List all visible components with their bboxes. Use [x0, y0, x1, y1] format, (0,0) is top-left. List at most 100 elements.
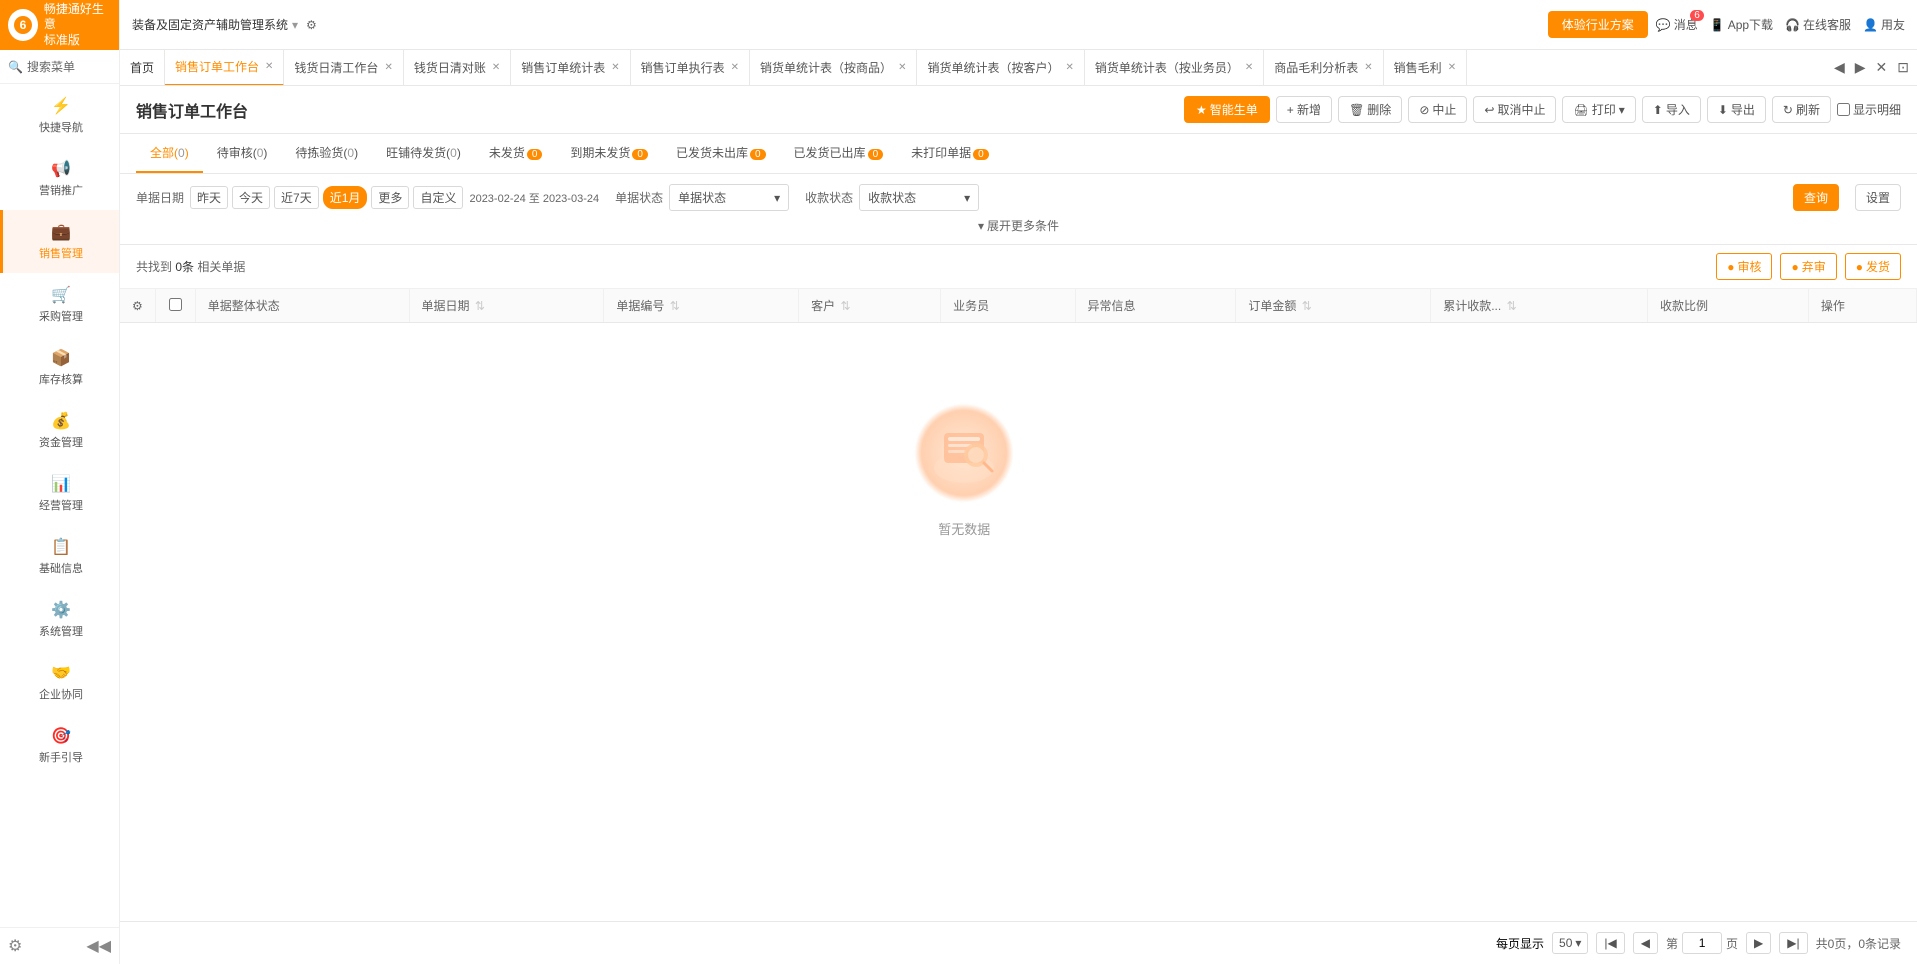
online-service-action[interactable]: 🎧 在线客服: [1785, 16, 1851, 33]
tab-gross-profit[interactable]: 商品毛利分析表 ✕: [1264, 50, 1383, 86]
tab-close-daily-clear[interactable]: ✕: [384, 63, 392, 73]
message-action[interactable]: 💬 消息 6: [1656, 16, 1698, 33]
sidebar-item-system[interactable]: ⚙️ 系统管理: [0, 588, 119, 651]
per-page-select[interactable]: 50 ▾: [1552, 932, 1588, 954]
finance-icon: 💰: [51, 411, 71, 431]
settings-bottom-icon[interactable]: ⚙: [8, 936, 22, 956]
tab-close-sales-profit[interactable]: ✕: [1448, 63, 1456, 73]
collapse-icon[interactable]: ◀◀: [86, 936, 111, 956]
tab-sales-stat[interactable]: 销售订单统计表 ✕: [511, 50, 630, 86]
dropdown-icon[interactable]: ▾: [292, 18, 298, 32]
delete-button[interactable]: 🗑 删除: [1338, 96, 1402, 123]
prev-page-button[interactable]: ◀: [1633, 932, 1658, 954]
sidebar-item-enterprise[interactable]: 🤝 企业协同: [0, 651, 119, 714]
tab-daily-clear[interactable]: 钱货日清工作台 ✕: [284, 50, 403, 86]
last-page-button[interactable]: ▶|: [1779, 932, 1807, 954]
tab-close-sales-staff[interactable]: ✕: [1245, 63, 1253, 73]
tab-close-all-icon[interactable]: ✕: [1872, 57, 1892, 78]
tab-sales-customer[interactable]: 销货单统计表（按客户） ✕: [917, 50, 1084, 86]
empty-illustration: [914, 403, 1014, 503]
print-button[interactable]: 🖨 打印 ▾: [1562, 96, 1635, 123]
sidebar-item-management[interactable]: 📊 经营管理: [0, 462, 119, 525]
show-detail-input[interactable]: [1837, 103, 1850, 116]
add-button[interactable]: + 新增: [1276, 96, 1332, 123]
subtab-overdue-unshipped[interactable]: 到期未发货0: [556, 134, 662, 173]
sidebar-item-purchase[interactable]: 🛒 采购管理: [0, 273, 119, 336]
tab-next-icon[interactable]: ▶: [1851, 57, 1870, 78]
industry-solution-button[interactable]: 体验行业方案: [1548, 11, 1648, 38]
payment-select[interactable]: 收款状态 ▾: [859, 184, 979, 211]
tab-reconcile[interactable]: 钱货日清对账 ✕: [404, 50, 511, 86]
date-btn-7days[interactable]: 近7天: [274, 186, 319, 209]
tab-close-gross-profit[interactable]: ✕: [1364, 63, 1372, 73]
tab-close-sales-goods[interactable]: ✕: [898, 63, 906, 73]
tab-prev-icon[interactable]: ◀: [1830, 57, 1849, 78]
query-button[interactable]: 查询: [1793, 184, 1839, 211]
refresh-button[interactable]: ↻ 刷新: [1772, 96, 1831, 123]
page-number-input[interactable]: [1682, 932, 1722, 954]
tab-close-sales[interactable]: ✕: [265, 62, 273, 72]
subtab-all[interactable]: 全部(0): [136, 134, 203, 173]
tab-close-reconcile[interactable]: ✕: [492, 63, 500, 73]
ship-button[interactable]: ● 发货: [1845, 253, 1901, 280]
th-number[interactable]: 单据编号 ⇅: [604, 289, 799, 323]
expand-more-btn[interactable]: ▾ 展开更多条件: [978, 217, 1059, 234]
sidebar-item-finance[interactable]: 💰 资金管理: [0, 399, 119, 462]
date-btn-today[interactable]: 今天: [232, 186, 270, 209]
tab-expand-icon[interactable]: ⊡: [1893, 57, 1913, 78]
result-count: 共找到 0条 相关单据: [136, 258, 245, 275]
settings-filter-button[interactable]: 设置: [1855, 184, 1901, 211]
status-select[interactable]: 单据状态 ▾: [669, 184, 789, 211]
settings-icon[interactable]: ⚙: [306, 18, 317, 32]
sidebar-search[interactable]: 🔍 搜索菜单: [0, 50, 119, 84]
first-page-button[interactable]: |◀: [1596, 932, 1624, 954]
import-button[interactable]: ⬆ 导入: [1642, 96, 1701, 123]
th-date[interactable]: 单据日期 ⇅: [409, 289, 604, 323]
date-btn-1month[interactable]: 近1月: [323, 186, 368, 209]
subtab-shop-pending-ship[interactable]: 旺铺待发货(0): [372, 134, 475, 173]
tab-home[interactable]: 首页: [120, 50, 165, 86]
th-amount[interactable]: 订单金额 ⇅: [1236, 289, 1431, 323]
subtab-shipped-out[interactable]: 已发货已出库0: [780, 134, 898, 173]
tab-close-sales-stat[interactable]: ✕: [611, 63, 619, 73]
sidebar-item-inventory[interactable]: 📦 库存核算: [0, 336, 119, 399]
subtab-pending-review[interactable]: 待审核(0): [203, 134, 282, 173]
export-button[interactable]: ⬇ 导出: [1707, 96, 1766, 123]
select-all-checkbox[interactable]: [169, 298, 182, 311]
sidebar-item-sales[interactable]: 💼 销售管理: [0, 210, 119, 273]
th-settings[interactable]: ⚙: [120, 289, 155, 323]
th-customer[interactable]: 客户 ⇅: [799, 289, 941, 323]
tab-sales-goods[interactable]: 销货单统计表（按商品） ✕: [750, 50, 917, 86]
th-payment-ratio: 收款比例: [1648, 289, 1809, 323]
user-action[interactable]: 👤 用友: [1863, 16, 1905, 33]
subtab-unshipped[interactable]: 未发货0: [475, 134, 557, 173]
th-checkbox[interactable]: [155, 289, 195, 323]
date-btn-custom[interactable]: 自定义: [413, 186, 463, 209]
tab-sales-staff[interactable]: 销货单统计表（按业务员） ✕: [1085, 50, 1264, 86]
sidebar-item-marketing[interactable]: 📢 营销推广: [0, 147, 119, 210]
sidebar-item-basicinfo[interactable]: 📋 基础信息: [0, 525, 119, 588]
tab-close-sales-exec[interactable]: ✕: [731, 63, 739, 73]
date-btn-more[interactable]: 更多: [371, 186, 409, 209]
app-download-action[interactable]: 📱 App下载: [1710, 16, 1773, 33]
smart-generate-button[interactable]: ★ 智能生单: [1184, 96, 1270, 123]
logo-icon: 6: [8, 9, 38, 41]
sidebar-item-quick-nav[interactable]: ⚡ 快捷导航: [0, 84, 119, 147]
th-status: 单据整体状态: [195, 289, 409, 323]
date-btn-yesterday[interactable]: 昨天: [190, 186, 228, 209]
tab-close-sales-customer[interactable]: ✕: [1065, 63, 1073, 73]
cancel-review-button[interactable]: ● 弃审: [1780, 253, 1836, 280]
subtab-shipped-not-out[interactable]: 已发货未出库0: [662, 134, 780, 173]
tab-sales-workbench[interactable]: 销售订单工作台 ✕: [165, 50, 284, 86]
subtab-unprinted[interactable]: 未打印单据0: [897, 134, 1003, 173]
sidebar-item-guide[interactable]: 🎯 新手引导: [0, 714, 119, 777]
review-button[interactable]: ● 审核: [1716, 253, 1772, 280]
tab-sales-profit[interactable]: 销售毛利 ✕: [1384, 50, 1467, 86]
next-page-button[interactable]: ▶: [1746, 932, 1771, 954]
subtab-pending-check[interactable]: 待拣验货(0): [281, 134, 372, 173]
cancel-stop-button[interactable]: ↩ 取消中止: [1473, 96, 1556, 123]
stop-button[interactable]: ⊘ 中止: [1408, 96, 1467, 123]
tab-sales-exec[interactable]: 销售订单执行表 ✕: [631, 50, 750, 86]
show-detail-checkbox[interactable]: 显示明细: [1837, 101, 1901, 118]
th-cumulative[interactable]: 累计收款... ⇅: [1431, 289, 1648, 323]
